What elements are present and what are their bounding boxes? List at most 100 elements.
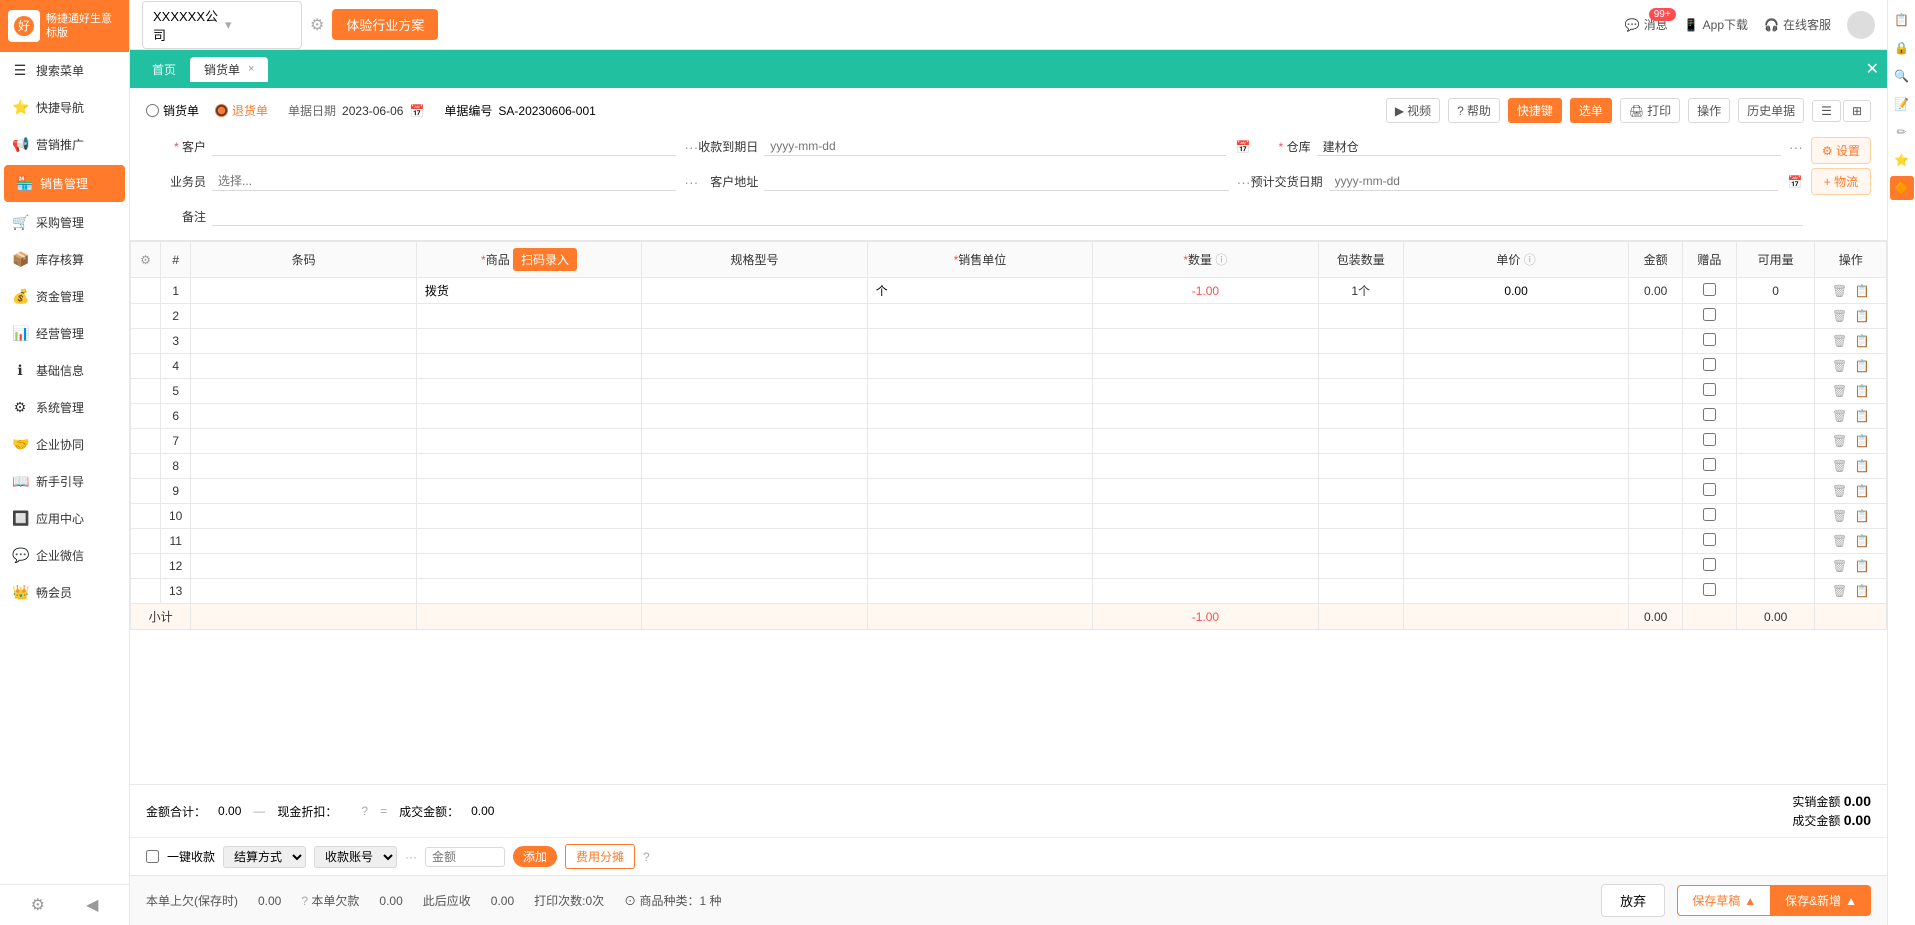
sidebar-item-finance[interactable]: 💰 资金管理 (0, 278, 129, 315)
right-tool-6[interactable]: ⭐ (1890, 148, 1914, 172)
sidebar-item-wechat[interactable]: 💬 企业微信 (0, 537, 129, 574)
row-spec[interactable] (642, 529, 867, 554)
company-selector[interactable]: XXXXXX公司 ▾ (142, 1, 302, 49)
row-price[interactable] (1403, 454, 1628, 479)
row-price[interactable] (1403, 554, 1628, 579)
account-select[interactable]: 收款账号 (314, 846, 397, 868)
row-gift[interactable] (1683, 554, 1737, 579)
row-product[interactable] (416, 354, 641, 379)
copy-icon[interactable]: 📋 (1855, 459, 1870, 473)
row-product[interactable] (416, 379, 641, 404)
row-spec[interactable] (642, 479, 867, 504)
settings-btn[interactable]: ⚙ 设置 (1811, 137, 1871, 164)
row-gift[interactable] (1683, 354, 1737, 379)
print-btn[interactable]: 🖨 打印 (1620, 98, 1680, 123)
row-qty[interactable] (1093, 379, 1318, 404)
row-price[interactable] (1403, 429, 1628, 454)
row-gift[interactable] (1683, 479, 1737, 504)
right-tool-4[interactable]: 📝 (1890, 92, 1914, 116)
close-all-btn[interactable]: ✕ (1866, 59, 1879, 79)
one-click-pay-checkbox[interactable] (146, 850, 159, 863)
row-qty[interactable] (1093, 304, 1318, 329)
warehouse-input[interactable] (1317, 137, 1781, 156)
radio-return[interactable]: 退货单 (215, 102, 268, 119)
row-gift[interactable] (1683, 579, 1737, 604)
copy-icon[interactable]: 📋 (1855, 534, 1870, 548)
row-spec[interactable] (642, 454, 867, 479)
sidebar-item-collab[interactable]: 🤝 企业协同 (0, 426, 129, 463)
shortcut-btn[interactable]: 快捷键 (1508, 98, 1562, 123)
row-product[interactable] (416, 454, 641, 479)
row-spec[interactable] (642, 504, 867, 529)
scan-btn[interactable]: 扫码录入 (513, 248, 577, 271)
sidebar-item-guide[interactable]: 📖 新手引导 (0, 463, 129, 500)
row-gift[interactable] (1683, 454, 1737, 479)
row-qty[interactable] (1093, 329, 1318, 354)
copy-icon[interactable]: 📋 (1855, 409, 1870, 423)
row-barcode[interactable] (191, 379, 416, 404)
logistics-btn[interactable]: + 物流 (1811, 168, 1871, 195)
copy-icon[interactable]: 📋 (1855, 509, 1870, 523)
settings-icon[interactable]: ⚙ (310, 15, 324, 35)
row-qty[interactable] (1093, 429, 1318, 454)
row-product[interactable] (416, 304, 641, 329)
row-price[interactable] (1403, 579, 1628, 604)
copy-icon[interactable]: 📋 (1855, 309, 1870, 323)
delete-icon[interactable]: 🗑 (1832, 534, 1847, 548)
delete-icon[interactable]: 🗑 (1832, 284, 1847, 298)
salesperson-picker-btn[interactable]: ··· (684, 174, 698, 190)
sidebar-item-business[interactable]: 📊 经营管理 (0, 315, 129, 352)
row-barcode[interactable] (191, 354, 416, 379)
tab-close-icon[interactable]: × (248, 63, 254, 75)
sidebar-item-marketing[interactable]: 📢 营销推广 (0, 126, 129, 163)
row-gift[interactable] (1683, 379, 1737, 404)
row-gift[interactable] (1683, 329, 1737, 354)
row-gift[interactable] (1683, 278, 1737, 304)
customer-addr-input[interactable] (764, 172, 1228, 191)
row-gift[interactable] (1683, 404, 1737, 429)
row-qty[interactable] (1093, 404, 1318, 429)
right-tool-1[interactable]: 📋 (1890, 8, 1914, 32)
row-unit[interactable] (867, 354, 1092, 379)
row-price[interactable] (1403, 404, 1628, 429)
notes-input[interactable] (212, 207, 1803, 226)
sidebar-item-purchase[interactable]: 🛒 采购管理 (0, 204, 129, 241)
row-price[interactable] (1403, 479, 1628, 504)
calendar-icon[interactable]: 📅 (409, 104, 424, 118)
message-btn[interactable]: 💬 消息 99+ (1625, 16, 1668, 33)
sidebar-item-sales[interactable]: 🏪 销售管理 (4, 165, 125, 202)
warehouse-picker-btn[interactable]: ··· (1789, 139, 1803, 155)
copy-icon[interactable]: 📋 (1855, 584, 1870, 598)
row-spec[interactable] (642, 404, 867, 429)
row-barcode[interactable] (191, 454, 416, 479)
copy-icon[interactable]: 📋 (1855, 334, 1870, 348)
due-date-calendar-icon[interactable]: 📅 (1236, 140, 1251, 154)
row-unit[interactable] (867, 504, 1092, 529)
sidebar-item-inventory[interactable]: 📦 库存核算 (0, 241, 129, 278)
row-price[interactable] (1403, 354, 1628, 379)
delete-icon[interactable]: 🗑 (1832, 484, 1847, 498)
right-tool-7[interactable]: 🔶 (1890, 176, 1914, 200)
due-date-input[interactable] (764, 137, 1225, 156)
row-product[interactable] (416, 504, 641, 529)
online-service-btn[interactable]: 🎧 在线客服 (1764, 16, 1831, 33)
row-qty[interactable] (1093, 454, 1318, 479)
delete-icon[interactable]: 🗑 (1832, 509, 1847, 523)
sidebar-item-member[interactable]: 👑 畅会员 (0, 574, 129, 611)
row-unit[interactable] (867, 329, 1092, 354)
delete-icon[interactable]: 🗑 (1832, 409, 1847, 423)
row-price[interactable] (1403, 504, 1628, 529)
row-unit[interactable] (867, 454, 1092, 479)
row-barcode[interactable] (191, 278, 416, 304)
operations-btn[interactable]: 操作 (1688, 98, 1730, 123)
row-product[interactable] (416, 554, 641, 579)
row-product[interactable] (416, 278, 641, 304)
customer-input[interactable] (212, 137, 676, 156)
expected-date-calendar-icon[interactable]: 📅 (1788, 175, 1803, 189)
row-price[interactable] (1403, 529, 1628, 554)
delete-icon[interactable]: 🗑 (1832, 384, 1847, 398)
delete-icon[interactable]: 🗑 (1832, 334, 1847, 348)
row-unit[interactable] (867, 379, 1092, 404)
row-qty[interactable] (1093, 554, 1318, 579)
row-qty[interactable] (1093, 278, 1318, 304)
